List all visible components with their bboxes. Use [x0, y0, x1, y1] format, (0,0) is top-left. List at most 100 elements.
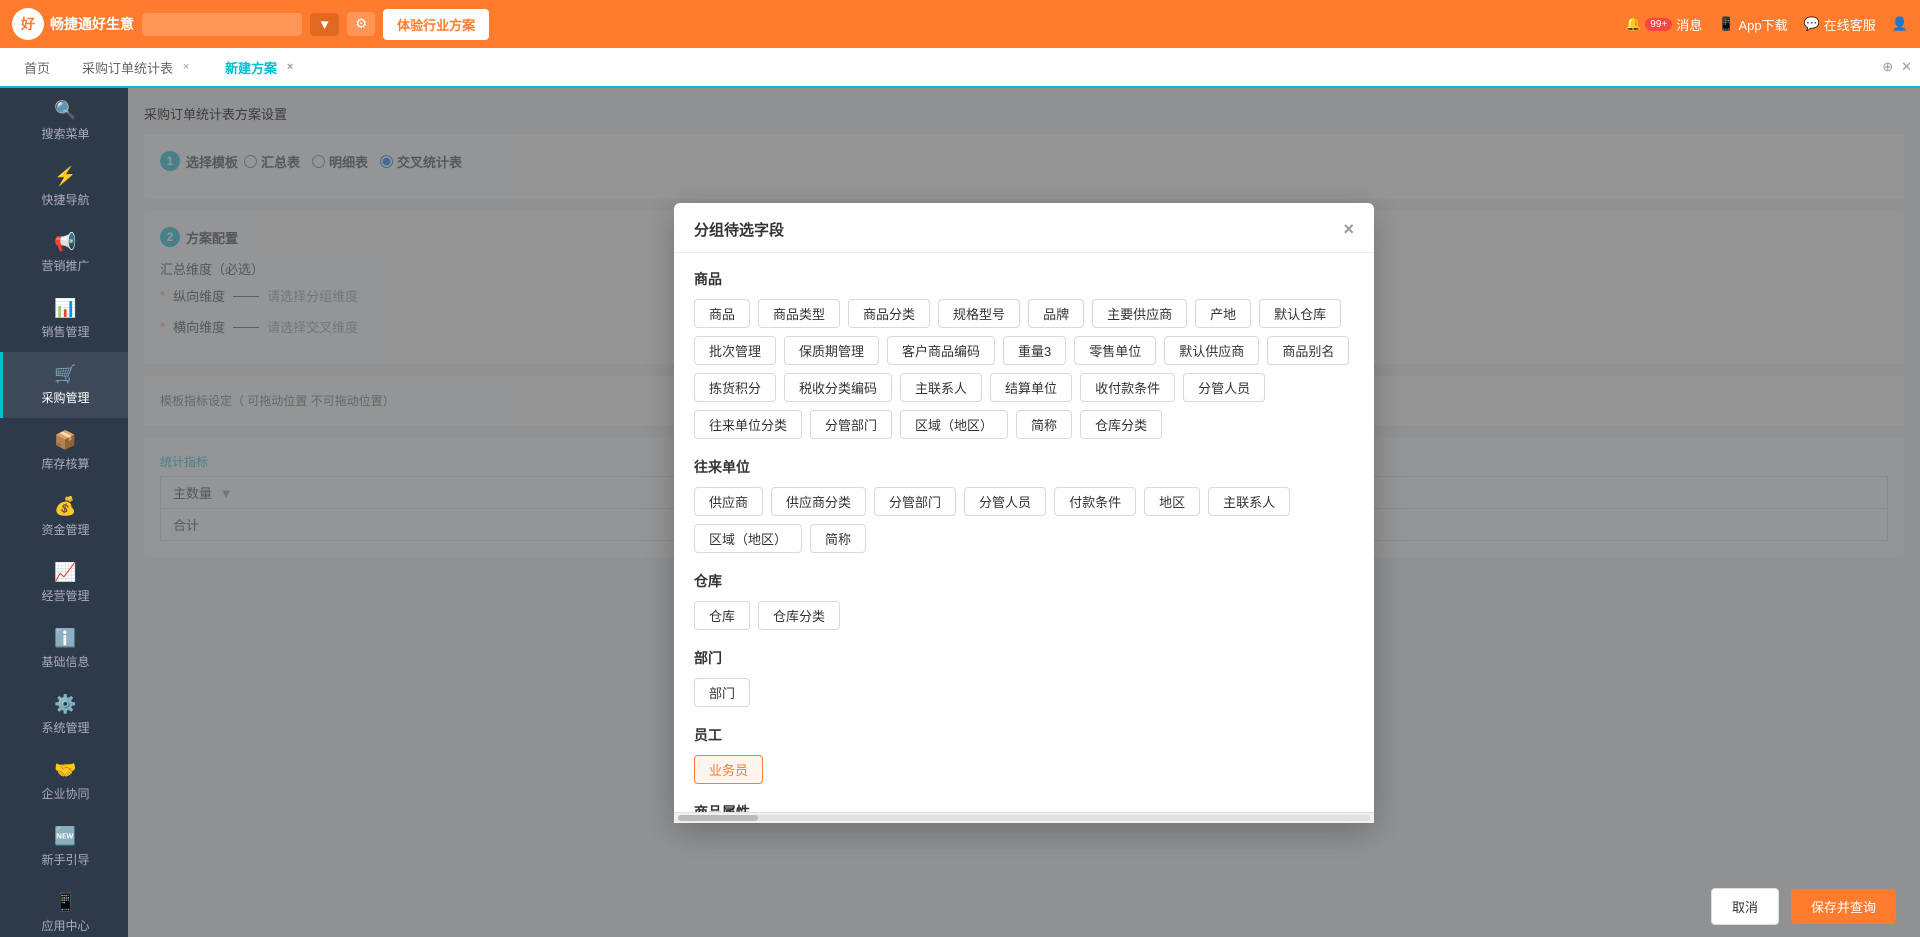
tag-goods-type[interactable]: 商品类型: [758, 299, 840, 328]
section-employee-title: 员工: [694, 725, 1354, 745]
tag-goods-spec[interactable]: 规格型号: [938, 299, 1020, 328]
scrollbar-thumb: [678, 815, 758, 821]
gear-button[interactable]: ⚙: [347, 12, 375, 36]
tab-home[interactable]: 首页: [8, 48, 66, 88]
tag-payment-terms[interactable]: 收付款条件: [1080, 373, 1175, 402]
top-right-area: 🔔 99+ 消息 📱 App下载 💬 在线客服 👤: [1625, 15, 1908, 34]
sidebar-item-marketing[interactable]: 📢 营销推广: [0, 220, 128, 286]
tag-default-warehouse[interactable]: 默认仓库: [1259, 299, 1341, 328]
download-icon: 📱: [1718, 16, 1734, 32]
tag-goods-main-supplier[interactable]: 主要供应商: [1092, 299, 1187, 328]
tag-supplier[interactable]: 供应商: [694, 487, 763, 516]
tag-goods-name[interactable]: 商品: [694, 299, 750, 328]
tag-short-name-goods[interactable]: 简称: [1016, 410, 1072, 439]
search-button[interactable]: ▼: [310, 13, 339, 36]
section-department-title: 部门: [694, 648, 1354, 668]
section-warehouse-title: 仓库: [694, 571, 1354, 591]
tag-dept-mgmt[interactable]: 分管部门: [810, 410, 892, 439]
tag-dept-partner[interactable]: 分管部门: [874, 487, 956, 516]
tag-supervisor[interactable]: 分管人员: [1183, 373, 1265, 402]
tag-supervisor-partner[interactable]: 分管人员: [964, 487, 1046, 516]
tag-area-partner[interactable]: 区域（地区）: [694, 524, 802, 553]
sidebar-sales-label: 销售管理: [41, 323, 89, 340]
section-warehouse: 仓库 仓库 仓库分类: [694, 571, 1354, 630]
sidebar-item-system[interactable]: ⚙️ 系统管理: [0, 682, 128, 748]
section-product-attr: 商品属性 属性 颜色 多规格 尺码 鞋码 1: [694, 802, 1354, 812]
tag-supplier-category[interactable]: 供应商分类: [771, 487, 866, 516]
sidebar-item-basic[interactable]: ℹ️ 基础信息: [0, 616, 128, 682]
logo-area: 好 畅捷通好生意: [12, 8, 134, 40]
sidebar-item-operations[interactable]: 📈 经营管理: [0, 550, 128, 616]
tab-purchase-stats[interactable]: 采购订单统计表 ×: [66, 48, 209, 88]
sidebar: 🔍 搜索菜单 ⚡ 快捷导航 📢 营销推广 📊 销售管理 🛒 采购管理 📦 库存核…: [0, 88, 128, 937]
tag-region-goods[interactable]: 区域（地区）: [900, 410, 1008, 439]
appcenter-icon: 📱: [54, 892, 76, 913]
tag-main-contact-partner[interactable]: 主联系人: [1208, 487, 1290, 516]
section-employee-tags: 业务员: [694, 755, 1354, 784]
sidebar-item-sales[interactable]: 📊 销售管理: [0, 286, 128, 352]
notification-icon: 🔔: [1625, 16, 1641, 32]
dialog-header: 分组待选字段 ×: [674, 203, 1374, 253]
sidebar-item-quicknav[interactable]: ⚡ 快捷导航: [0, 154, 128, 220]
tag-main-contact[interactable]: 主联系人: [900, 373, 982, 402]
sidebar-item-search[interactable]: 🔍 搜索菜单: [0, 88, 128, 154]
user-avatar[interactable]: 👤: [1892, 16, 1908, 32]
tag-payment-partner[interactable]: 付款条件: [1054, 487, 1136, 516]
sidebar-item-inventory[interactable]: 📦 库存核算: [0, 418, 128, 484]
online-service-item[interactable]: 💬 在线客服: [1804, 15, 1876, 34]
sidebar-item-appcenter[interactable]: 📱 应用中心: [0, 880, 128, 937]
field-select-dialog: 分组待选字段 × 商品 商品 商品类型 商品分类 规格型号 品牌 主要供应商 产…: [674, 203, 1374, 823]
trial-button[interactable]: 体验行业方案: [383, 9, 489, 40]
tag-settlement-unit[interactable]: 结算单位: [990, 373, 1072, 402]
marketing-icon: 📢: [54, 232, 76, 253]
tag-goods-brand[interactable]: 品牌: [1028, 299, 1084, 328]
tab-home-label: 首页: [24, 58, 50, 77]
tag-short-name-partner[interactable]: 简称: [810, 524, 866, 553]
sidebar-item-finance[interactable]: 💰 资金管理: [0, 484, 128, 550]
tag-weight[interactable]: 重量3: [1003, 336, 1066, 365]
dialog-title: 分组待选字段: [694, 219, 784, 240]
dialog-horizontal-scrollbar[interactable]: [674, 812, 1374, 823]
tab-expand-icon[interactable]: ⊕: [1882, 59, 1893, 75]
tag-default-supplier[interactable]: 默认供应商: [1164, 336, 1259, 365]
tab-new-scheme[interactable]: 新建方案 ×: [209, 48, 313, 88]
tag-goods-category[interactable]: 商品分类: [848, 299, 930, 328]
avatar-icon: 👤: [1892, 16, 1908, 32]
tag-pick-points[interactable]: 拣货积分: [694, 373, 776, 402]
sidebar-item-purchase[interactable]: 🛒 采购管理: [0, 352, 128, 418]
tag-warehouse-category[interactable]: 仓库分类: [758, 601, 840, 630]
modal-overlay: 分组待选字段 × 商品 商品 商品类型 商品分类 规格型号 品牌 主要供应商 产…: [128, 88, 1920, 937]
cancel-button[interactable]: 取消: [1711, 888, 1779, 925]
tag-tax-code[interactable]: 税收分类编码: [784, 373, 892, 402]
tag-retail-unit[interactable]: 零售单位: [1074, 336, 1156, 365]
tag-warehouse[interactable]: 仓库: [694, 601, 750, 630]
system-icon: ⚙️: [54, 694, 76, 715]
sidebar-item-newbie[interactable]: 🆕 新手引导: [0, 814, 128, 880]
top-bar: 好 畅捷通好生意 ▼ ⚙ 体验行业方案 🔔 99+ 消息 📱 App下载 💬 在…: [0, 0, 1920, 48]
sidebar-quicknav-label: 快捷导航: [41, 191, 89, 208]
top-search-input[interactable]: [142, 13, 302, 36]
notification-item[interactable]: 🔔 99+ 消息: [1625, 15, 1702, 34]
tab-new-scheme-close[interactable]: ×: [283, 60, 297, 74]
sidebar-finance-label: 资金管理: [41, 521, 89, 538]
tag-customer-code[interactable]: 客户商品编码: [887, 336, 995, 365]
dialog-close-button[interactable]: ×: [1343, 219, 1354, 240]
tag-batch-mgmt[interactable]: 批次管理: [694, 336, 776, 365]
tab-purchase-stats-close[interactable]: ×: [179, 60, 193, 74]
tag-warehouse-category-goods[interactable]: 仓库分类: [1080, 410, 1162, 439]
tag-goods-origin[interactable]: 产地: [1195, 299, 1251, 328]
sidebar-item-collab[interactable]: 🤝 企业协同: [0, 748, 128, 814]
tag-region-partner[interactable]: 地区: [1144, 487, 1200, 516]
save-query-button[interactable]: 保存并查询: [1791, 889, 1896, 924]
section-goods: 商品 商品 商品类型 商品分类 规格型号 品牌 主要供应商 产地 默认仓库 批次…: [694, 269, 1354, 439]
notification-label: 消息: [1676, 15, 1702, 34]
tag-goods-alias[interactable]: 商品别名: [1267, 336, 1349, 365]
tag-salesperson[interactable]: 业务员: [694, 755, 763, 784]
tag-department[interactable]: 部门: [694, 678, 750, 707]
tab-collapse-icon[interactable]: ✕: [1901, 59, 1912, 75]
section-goods-title: 商品: [694, 269, 1354, 289]
tag-expiry-mgmt[interactable]: 保质期管理: [784, 336, 879, 365]
app-download-item[interactable]: 📱 App下载: [1718, 15, 1787, 34]
dialog-body[interactable]: 商品 商品 商品类型 商品分类 规格型号 品牌 主要供应商 产地 默认仓库 批次…: [674, 253, 1374, 812]
tag-partner-category[interactable]: 往来单位分类: [694, 410, 802, 439]
